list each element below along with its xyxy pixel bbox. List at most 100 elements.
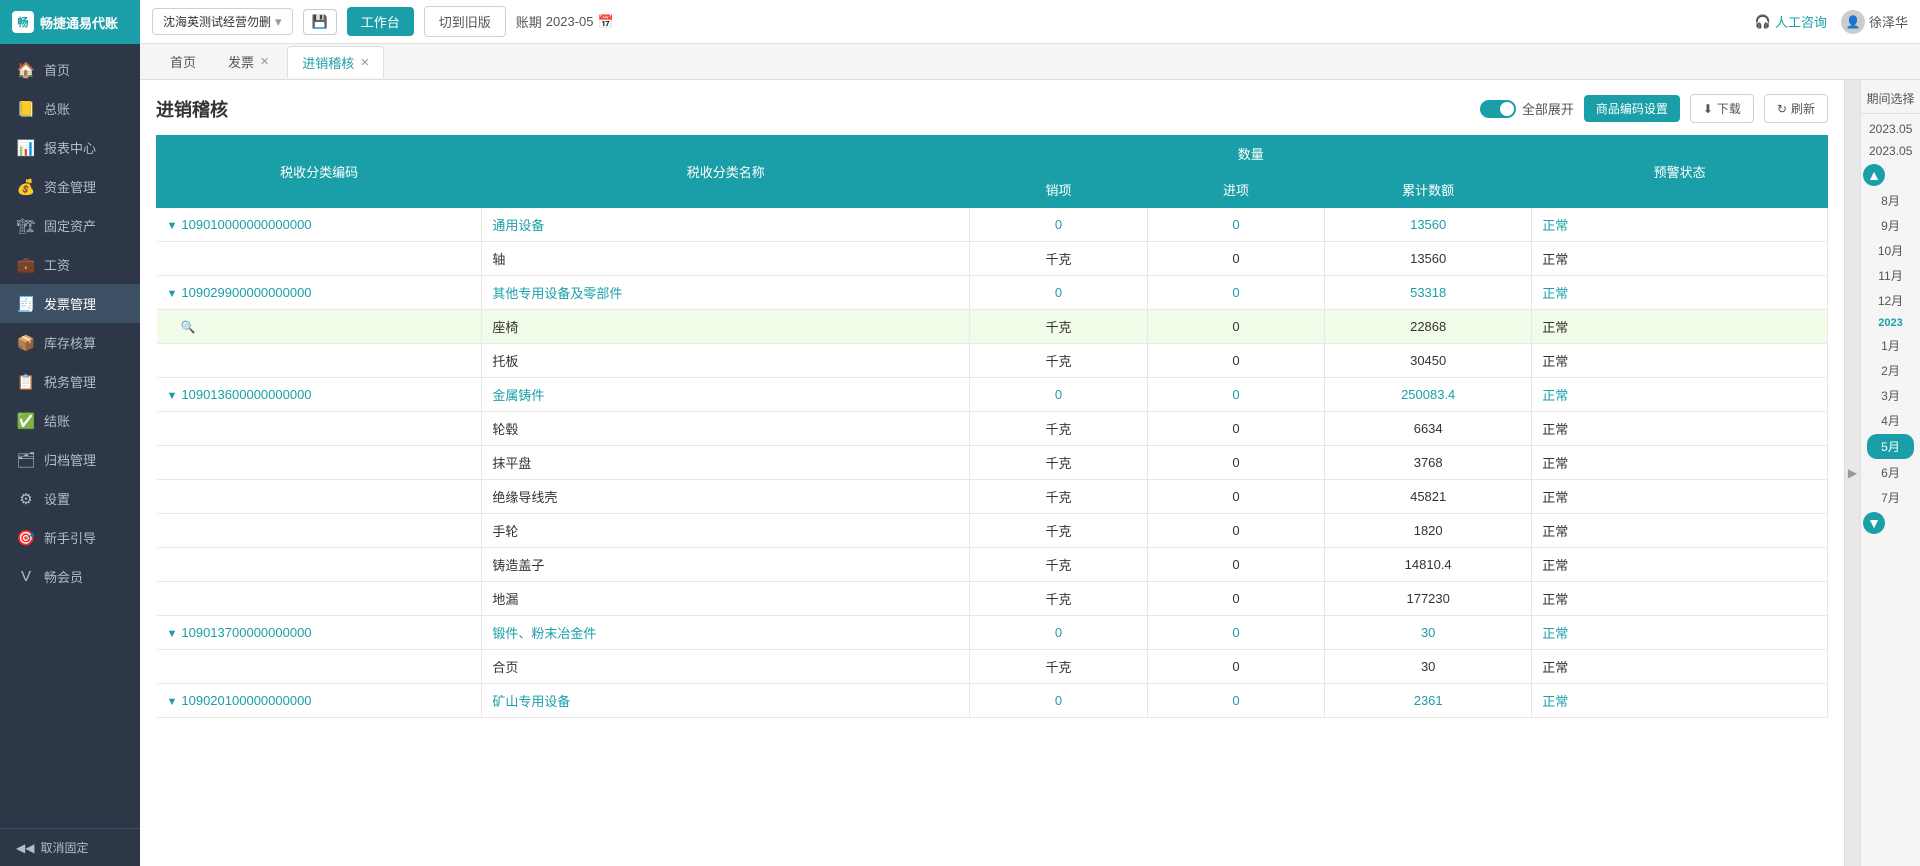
checkout-icon: ✅ [16,412,36,430]
calendar-icon[interactable]: 📅 [598,14,614,30]
switch-version-button[interactable]: 切到旧版 [424,6,506,37]
sidebar-item-reports[interactable]: 📊 报表中心 [0,128,140,167]
refresh-icon: ↻ [1777,102,1787,116]
refresh-button[interactable]: ↻ 刷新 [1764,94,1828,123]
scroll-down-button[interactable]: ▼ [1863,512,1885,534]
row-name: 合页 [482,650,970,684]
row-code: ▼109029900000000000 [157,276,482,310]
user-menu[interactable]: 👤 徐泽华 [1841,10,1908,34]
row-sale: 0 [1147,344,1324,378]
period-item[interactable]: 9月 [1861,213,1920,238]
sidebar-item-ledger[interactable]: 📒 总账 [0,89,140,128]
table-row: 抹平盘 千克 0 3768 正常 [157,446,1828,480]
tab-close-invoice[interactable]: ✕ [260,55,269,68]
sidebar-item-settings[interactable]: ⚙ 设置 [0,479,140,518]
search-icon[interactable]: 🔍 [181,320,196,334]
row-status: 正常 [1532,276,1828,310]
row-status: 正常 [1532,514,1828,548]
period-item[interactable]: 12月 [1861,288,1920,313]
sidebar-footer-pin[interactable]: ◀◀ 取消固定 [0,828,140,866]
col-header-sale: 销项 [970,172,1147,208]
row-sale: 0 [1147,480,1324,514]
expand-icon[interactable]: ▼ [167,628,178,640]
sidebar-item-guide[interactable]: 🎯 新手引导 [0,518,140,557]
row-total: 45821 [1325,480,1532,514]
workspace-button[interactable]: 工作台 [347,7,414,36]
expand-icon[interactable]: ▼ [167,696,178,708]
sidebar-item-checkout[interactable]: ✅ 结账 [0,401,140,440]
toggle-track[interactable] [1480,100,1516,118]
product-code-setting-button[interactable]: 商品编码设置 [1584,95,1680,122]
period-item[interactable]: 8月 [1861,188,1920,213]
table-row: ▼109020100000000000 矿山专用设备 0 0 2361 正常 [157,684,1828,718]
company-selector[interactable]: 沈海英测试经营勿删 ▾ [152,8,293,35]
row-total: 3768 [1325,446,1532,480]
row-name: 铸造盖子 [482,548,970,582]
collapse-panel[interactable]: ▶ [1844,80,1860,866]
scroll-up-button[interactable]: ▲ [1863,164,1885,186]
sidebar-item-assets[interactable]: 🏗 固定资产 [0,206,140,245]
tab-reconcile[interactable]: 进销稽核 ✕ [287,46,384,78]
expand-icon[interactable]: ▼ [167,390,178,402]
user-name: 徐泽华 [1869,12,1908,31]
sidebar-nav: 🏠 首页 📒 总账 📊 报表中心 💰 资金管理 🏗 固定资产 💼 工资 🧾 发票… [0,44,140,828]
period-list: 2023.05 2023.05 ▲ 8月 9月 10月 11月 12月 2023… [1861,114,1920,540]
period-item[interactable]: 4月 [1861,408,1920,433]
sidebar-item-tax[interactable]: 📋 税务管理 [0,362,140,401]
tab-invoice[interactable]: 发票 ✕ [214,46,283,77]
right-panel: 期间选择 2023.05 2023.05 ▲ 8月 9月 10月 11月 12月… [1860,80,1920,866]
period-item[interactable]: 1月 [1861,333,1920,358]
expand-icon[interactable]: ▼ [167,288,178,300]
row-name: 托板 [482,344,970,378]
period-item[interactable]: 2023.05 [1861,118,1920,140]
period-item[interactable]: 2月 [1861,358,1920,383]
tab-close-reconcile[interactable]: ✕ [360,56,369,69]
row-total: 30 [1325,616,1532,650]
page-title: 进销稽核 [156,96,228,122]
row-code [157,650,482,684]
sidebar-item-archive[interactable]: 🗂 归档管理 [0,440,140,479]
expand-icon[interactable]: ▼ [167,220,178,232]
collapse-icon: ▶ [1848,466,1857,480]
table-row: 合页 千克 0 30 正常 [157,650,1828,684]
row-sale: 0 [970,276,1147,310]
row-status: 正常 [1532,650,1828,684]
row-unit: 千克 [970,650,1147,684]
period-item[interactable]: 11月 [1861,263,1920,288]
table-row: 地漏 千克 0 177230 正常 [157,582,1828,616]
sidebar-item-label: 新手引导 [44,528,96,547]
period-item-active[interactable]: 5月 [1867,434,1914,459]
row-total: 30450 [1325,344,1532,378]
period-item[interactable]: 7月 [1861,485,1920,510]
row-name: 通用设备 [482,208,970,242]
download-button[interactable]: ⬇ 下载 [1690,94,1754,123]
sidebar-item-label: 发票管理 [44,294,96,313]
sidebar-item-inventory[interactable]: 📦 库存核算 [0,323,140,362]
expand-all-toggle[interactable]: 全部展开 [1480,99,1574,118]
row-code: 🔍 [157,310,482,344]
member-icon: V [16,568,36,585]
row-status: 正常 [1532,548,1828,582]
sidebar-item-salary[interactable]: 💼 工资 [0,245,140,284]
sidebar-item-invoice[interactable]: 🧾 发票管理 [0,284,140,323]
row-status: 正常 [1532,412,1828,446]
save-draft-button[interactable]: 💾 [303,9,337,35]
period-item[interactable]: 3月 [1861,383,1920,408]
service-button[interactable]: 🎧 人工咨询 [1755,12,1827,31]
period-item[interactable]: 2023.05 [1861,140,1920,162]
tab-home[interactable]: 首页 [156,46,210,77]
sidebar-item-funds[interactable]: 💰 资金管理 [0,167,140,206]
tab-label: 进销稽核 [302,53,354,72]
col-header-name: 税收分类名称 [482,136,970,208]
period-item[interactable]: 10月 [1861,238,1920,263]
sidebar-item-home[interactable]: 🏠 首页 [0,50,140,89]
tax-icon: 📋 [16,373,36,391]
row-code: ▼109013600000000000 [157,378,482,412]
row-sale: 0 [970,616,1147,650]
row-sale: 0 [1147,412,1324,446]
period-label: 账期 [516,12,542,31]
row-purchase: 0 [1147,684,1324,718]
period-item[interactable]: 6月 [1861,460,1920,485]
sidebar-item-member[interactable]: V 畅会员 [0,557,140,596]
tab-label: 发票 [228,52,254,71]
